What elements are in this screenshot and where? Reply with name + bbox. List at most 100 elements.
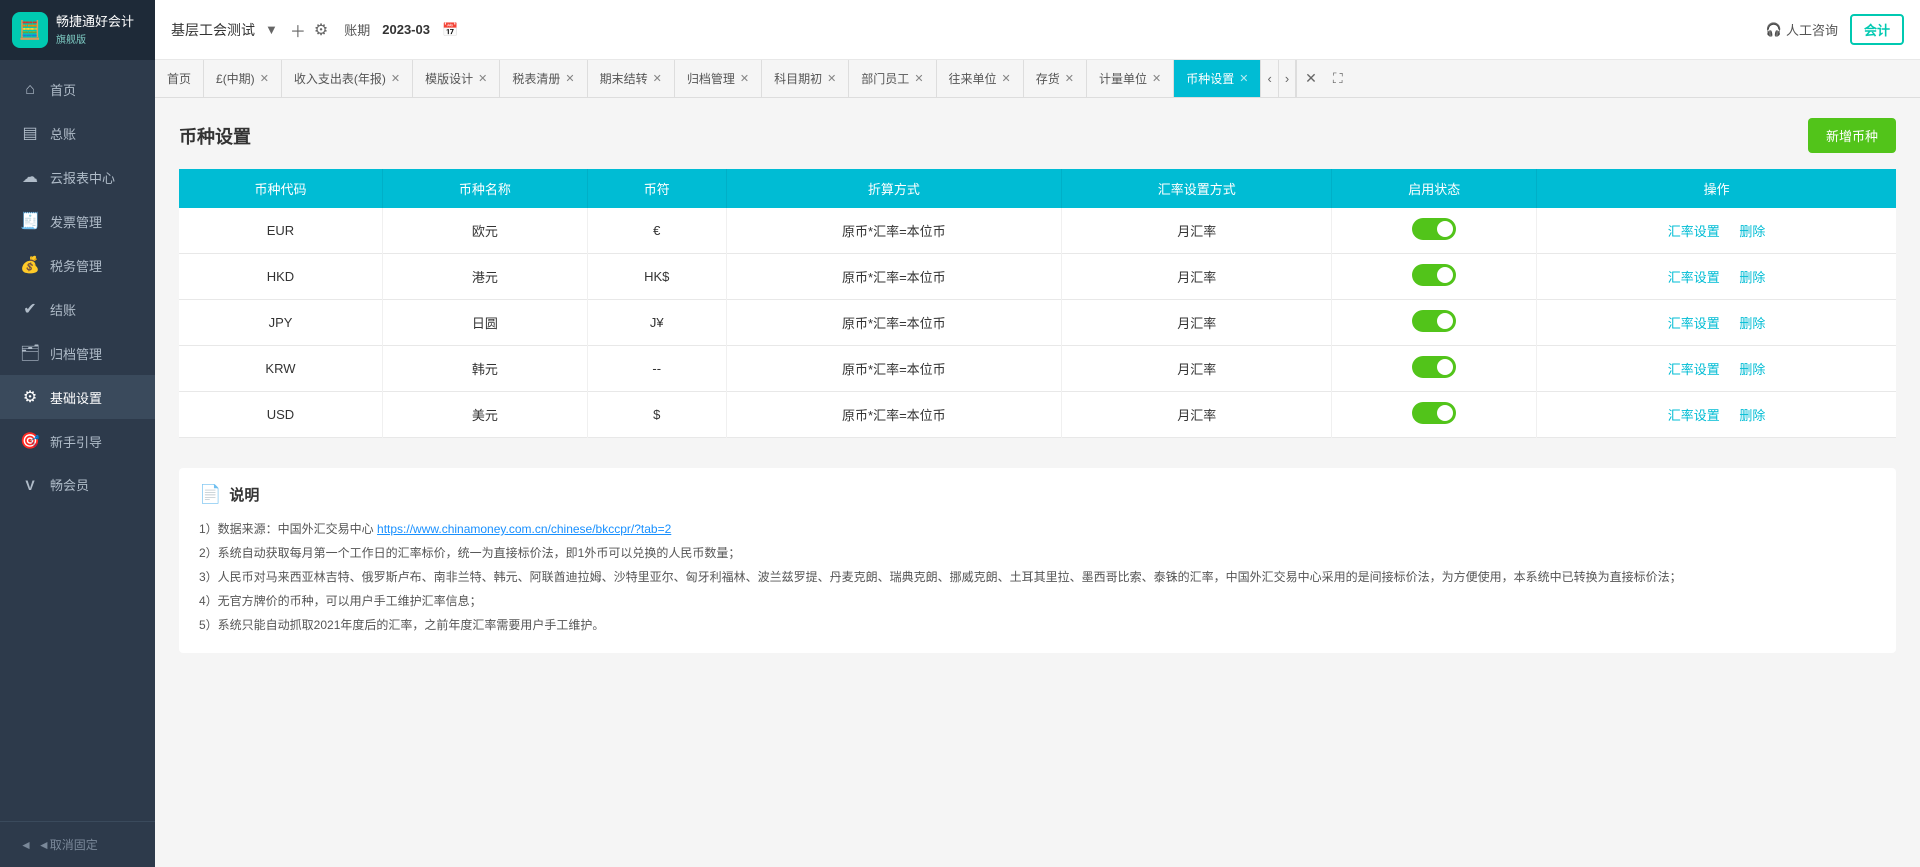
tab-archive-close[interactable]: ✕	[740, 72, 749, 85]
cell-name-0: 欧元	[382, 208, 587, 254]
tab-template-close[interactable]: ✕	[478, 72, 487, 85]
tab-inventory-close[interactable]: ✕	[1065, 72, 1074, 85]
invoice-icon: 🧾	[20, 211, 40, 231]
tab-period-close[interactable]: ✕	[260, 72, 269, 85]
calendar-icon[interactable]: 📅	[442, 22, 458, 38]
new-currency-button[interactable]: 新增币种	[1808, 118, 1896, 153]
cell-rate-0: 月汇率	[1061, 208, 1331, 254]
rate-setting-link-2[interactable]: 汇率设置	[1668, 316, 1720, 331]
tab-inventory[interactable]: 存货 ✕	[1024, 60, 1087, 98]
topbar-gear-icon[interactable]: ⚙	[314, 20, 328, 40]
tab-period-end-close[interactable]: ✕	[653, 72, 662, 85]
tab-archive[interactable]: 归档管理 ✕	[675, 60, 762, 98]
tab-dept-close[interactable]: ✕	[914, 72, 923, 85]
tabs-next-btn[interactable]: ›	[1279, 60, 1296, 98]
rate-setting-link-1[interactable]: 汇率设置	[1668, 270, 1720, 285]
logo-text: 畅捷通好会计	[56, 14, 134, 31]
sidebar-label-home: 首页	[50, 80, 76, 99]
sidebar-item-reports[interactable]: ☁ 云报表中心	[0, 155, 155, 199]
tab-home-label: 首页	[167, 70, 191, 87]
tabs-prev-btn[interactable]: ‹	[1261, 60, 1278, 98]
sidebar-label-guide: 新手引导	[50, 432, 102, 451]
cell-status-4[interactable]	[1332, 392, 1537, 438]
cell-calc-0: 原币*汇率=本位币	[726, 208, 1061, 254]
toggle-0[interactable]	[1412, 218, 1456, 240]
cell-calc-1: 原币*汇率=本位币	[726, 254, 1061, 300]
tab-clients-label: 往来单位	[949, 70, 997, 87]
sidebar-item-settings[interactable]: ⚙ 基础设置	[0, 375, 155, 419]
sidebar-item-invoice[interactable]: 🧾 发票管理	[0, 199, 155, 243]
col-symbol: 币符	[587, 169, 726, 208]
cell-status-3[interactable]	[1332, 346, 1537, 392]
tab-clients[interactable]: 往来单位 ✕	[937, 60, 1024, 98]
sidebar-item-settlement[interactable]: ✔ 结账	[0, 287, 155, 331]
tabs-maximize-btn[interactable]: ⛶	[1325, 60, 1351, 98]
help-button[interactable]: 🎧 人工咨询	[1766, 20, 1838, 39]
cell-status-2[interactable]	[1332, 300, 1537, 346]
content-area: 币种设置 新增币种 币种代码 币种名称 币符 折算方式 汇率设置方式 启用状态 …	[155, 98, 1920, 867]
tab-tax[interactable]: 税表清册 ✕	[500, 60, 587, 98]
sidebar: 🧮 畅捷通好会计 旗舰版 ⌂ 首页 ▤ 总账 ☁ 云报表中心 🧾 发票管理 💰 …	[0, 0, 155, 867]
sidebar-item-guide[interactable]: 🎯 新手引导	[0, 419, 155, 463]
delete-link-0[interactable]: 删除	[1739, 224, 1765, 239]
period-value[interactable]: 2023-03	[382, 22, 430, 37]
tab-period-end[interactable]: 期末结转 ✕	[588, 60, 675, 98]
tab-currency[interactable]: 币种设置 ✕	[1174, 60, 1261, 98]
tab-income[interactable]: 收入支出表(年报) ✕	[282, 60, 413, 98]
tab-currency-close[interactable]: ✕	[1239, 72, 1248, 85]
cell-status-0[interactable]	[1332, 208, 1537, 254]
rate-setting-link-0[interactable]: 汇率设置	[1668, 224, 1720, 239]
cell-status-1[interactable]	[1332, 254, 1537, 300]
delete-link-1[interactable]: 删除	[1739, 270, 1765, 285]
tab-units[interactable]: 计量单位 ✕	[1087, 60, 1174, 98]
tab-subject-close[interactable]: ✕	[827, 72, 836, 85]
tab-subject[interactable]: 科目期初 ✕	[762, 60, 849, 98]
tab-units-close[interactable]: ✕	[1152, 72, 1161, 85]
toggle-3[interactable]	[1412, 356, 1456, 378]
sidebar-item-ledger[interactable]: ▤ 总账	[0, 111, 155, 155]
guide-icon: 🎯	[20, 431, 40, 451]
tab-home[interactable]: 首页	[155, 60, 204, 98]
sidebar-pin-toggle[interactable]: ◄ ◄取消固定	[0, 821, 155, 867]
delete-link-3[interactable]: 删除	[1739, 362, 1765, 377]
tab-period[interactable]: £(中期) ✕	[204, 60, 282, 98]
cell-calc-3: 原币*汇率=本位币	[726, 346, 1061, 392]
sidebar-label-archive: 归档管理	[50, 344, 102, 363]
toggle-1[interactable]	[1412, 264, 1456, 286]
cell-name-4: 美元	[382, 392, 587, 438]
cell-action-3: 汇率设置 删除	[1537, 346, 1896, 392]
toggle-4[interactable]	[1412, 402, 1456, 424]
sidebar-item-archive[interactable]: 🗂 归档管理	[0, 331, 155, 375]
sidebar-item-vip[interactable]: V 畅会员	[0, 463, 155, 506]
cell-name-3: 韩元	[382, 346, 587, 392]
tabs-close-all-btn[interactable]: ✕	[1296, 60, 1325, 98]
delete-link-2[interactable]: 删除	[1739, 316, 1765, 331]
settings-icon: ⚙	[20, 387, 40, 407]
account-button[interactable]: 会计	[1850, 14, 1904, 45]
sidebar-item-tax[interactable]: 💰 税务管理	[0, 243, 155, 287]
toggle-2[interactable]	[1412, 310, 1456, 332]
sidebar-label-tax: 税务管理	[50, 256, 102, 275]
ledger-icon: ▤	[20, 123, 40, 143]
tab-income-close[interactable]: ✕	[391, 72, 400, 85]
delete-link-4[interactable]: 删除	[1739, 408, 1765, 423]
tab-template[interactable]: 模版设计 ✕	[413, 60, 500, 98]
rate-setting-link-4[interactable]: 汇率设置	[1668, 408, 1720, 423]
tab-tax-close[interactable]: ✕	[565, 72, 574, 85]
add-tab-icon[interactable]: ＋	[290, 18, 306, 42]
notes-chinamoney-link[interactable]: https://www.chinamoney.com.cn/chinese/bk…	[377, 522, 671, 536]
settlement-icon: ✔	[20, 299, 40, 319]
tab-dept[interactable]: 部门员工 ✕	[849, 60, 936, 98]
cell-rate-3: 月汇率	[1061, 346, 1331, 392]
cell-name-1: 港元	[382, 254, 587, 300]
company-name[interactable]: 基层工会测试	[171, 20, 255, 40]
sidebar-item-home[interactable]: ⌂ 首页	[0, 68, 155, 111]
tab-clients-close[interactable]: ✕	[1002, 72, 1011, 85]
company-dropdown-icon[interactable]: ▼	[265, 22, 278, 37]
cell-rate-1: 月汇率	[1061, 254, 1331, 300]
rate-setting-link-3[interactable]: 汇率设置	[1668, 362, 1720, 377]
vip-icon: V	[20, 477, 40, 493]
topbar-right: 🎧 人工咨询 会计	[1766, 14, 1904, 45]
cell-code-3: KRW	[179, 346, 382, 392]
cell-name-2: 日圆	[382, 300, 587, 346]
